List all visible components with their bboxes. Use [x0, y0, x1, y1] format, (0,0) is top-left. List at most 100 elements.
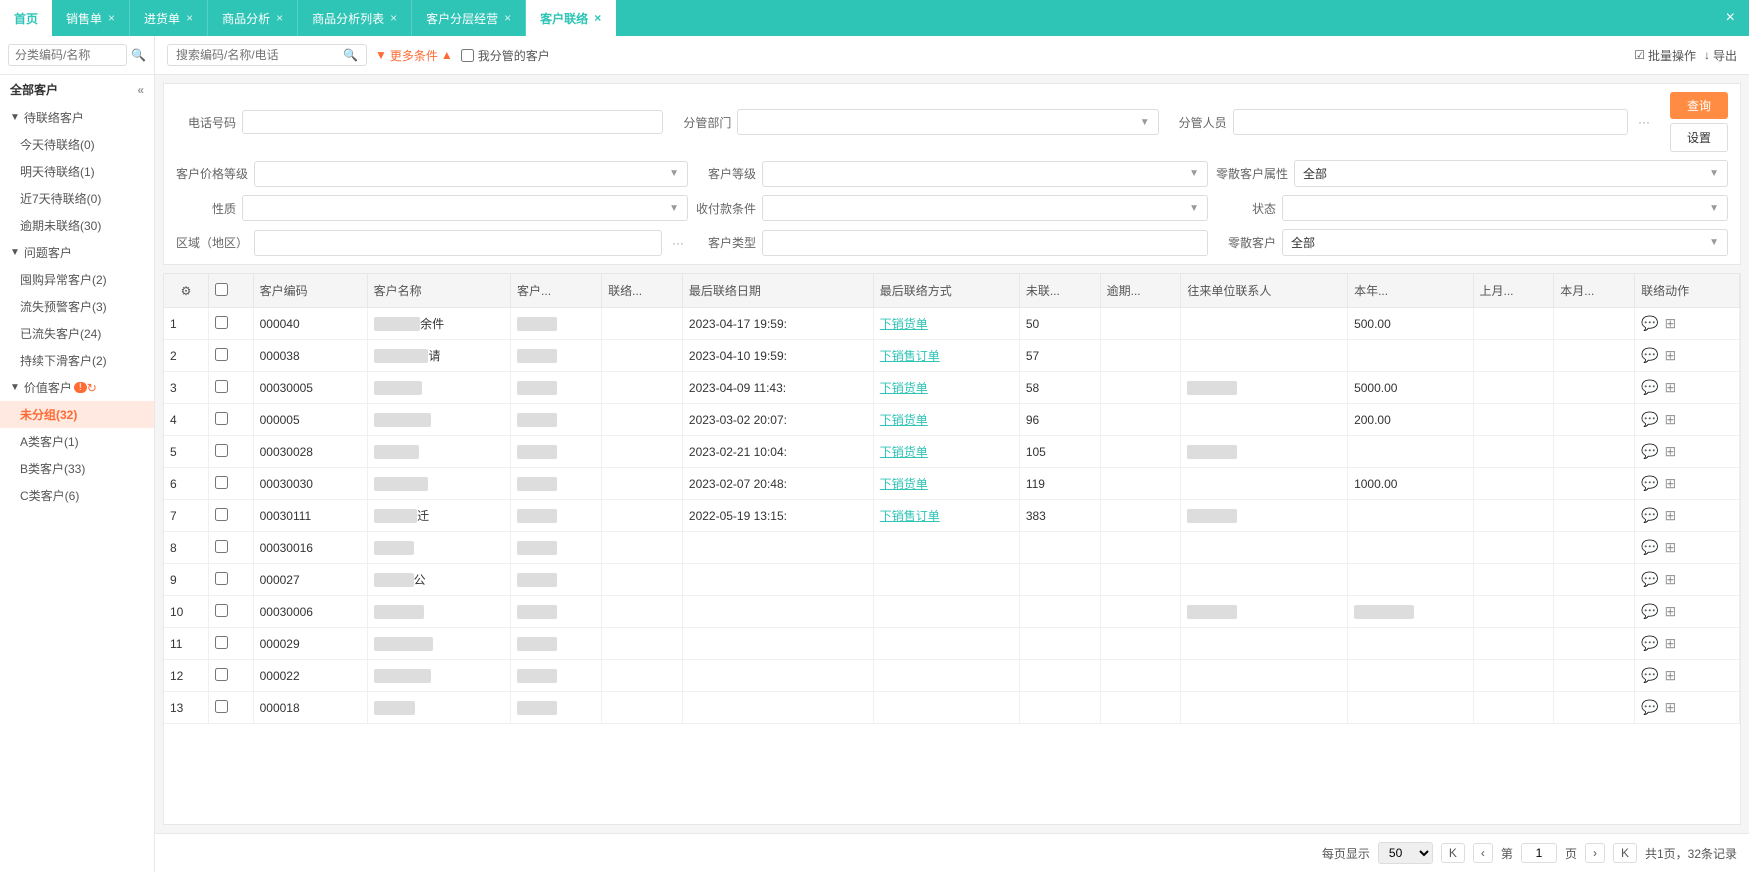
row-select-checkbox[interactable]	[215, 412, 228, 425]
col-no-contact[interactable]: 未联...	[1019, 274, 1100, 308]
sidebar-item-at-risk[interactable]: 流失预警客户(3)	[0, 293, 154, 320]
tab-product-list[interactable]: 商品分析列表 ×	[298, 0, 412, 36]
chat-icon[interactable]: 💬	[1641, 539, 1658, 556]
sidebar-item-ungroued[interactable]: 未分组(32)	[0, 401, 154, 428]
sidebar-item-today[interactable]: 今天待联络(0)	[0, 131, 154, 158]
dept-select[interactable]: ▼	[737, 109, 1158, 135]
row-select-checkbox[interactable]	[215, 444, 228, 457]
row-select-checkbox[interactable]	[215, 508, 228, 521]
customer-type-select[interactable]	[762, 230, 1208, 256]
tab-product-analysis[interactable]: 商品分析 ×	[208, 0, 298, 36]
sidebar-all-customers[interactable]: 全部客户 «	[0, 75, 154, 104]
sidebar-item-tomorrow[interactable]: 明天待联络(1)	[0, 158, 154, 185]
col-code[interactable]: 客户编码	[253, 274, 367, 308]
col-settings[interactable]: ⚙	[164, 274, 208, 308]
per-page-select[interactable]: 50 100 200	[1378, 842, 1433, 864]
row-checkbox[interactable]	[208, 532, 253, 564]
col-this-year[interactable]: 本年...	[1348, 274, 1473, 308]
sidebar-search-input[interactable]	[8, 44, 127, 66]
sidebar-item-lost[interactable]: 已流失客户(24)	[0, 320, 154, 347]
tab-customer-contact[interactable]: 客户联络 ×	[526, 0, 616, 36]
last-page-button[interactable]: K	[1613, 843, 1637, 863]
tab-sales[interactable]: 销售单 ×	[52, 0, 130, 36]
row-select-checkbox[interactable]	[215, 348, 228, 361]
manager-select[interactable]	[1233, 109, 1628, 135]
my-customers-checkbox[interactable]: 我分管的客户	[461, 47, 550, 64]
grid-icon[interactable]: ⊞	[1665, 635, 1677, 652]
chat-icon[interactable]: 💬	[1641, 443, 1658, 460]
grid-icon[interactable]: ⊞	[1665, 571, 1677, 588]
sidebar-item-overdue[interactable]: 逾期未联络(30)	[0, 212, 154, 239]
sidebar-value-group[interactable]: ▼ 价值客户 ! ↻	[0, 374, 154, 401]
chat-icon[interactable]: 💬	[1641, 411, 1658, 428]
tab-close-customer-segment[interactable]: ×	[504, 11, 511, 25]
reset-button[interactable]: 设置	[1670, 123, 1728, 152]
batch-op-button[interactable]: ☑ 批量操作	[1634, 47, 1696, 64]
chat-icon[interactable]: 💬	[1641, 603, 1658, 620]
col-name[interactable]: 客户名称	[367, 274, 510, 308]
row-select-checkbox[interactable]	[215, 476, 228, 489]
grid-icon[interactable]: ⊞	[1665, 443, 1677, 460]
col-last-method[interactable]: 最后联络方式	[873, 274, 1019, 308]
chat-icon[interactable]: 💬	[1641, 347, 1658, 364]
row-checkbox[interactable]	[208, 340, 253, 372]
export-button[interactable]: ↓ 导出	[1704, 47, 1737, 64]
grid-icon[interactable]: ⊞	[1665, 315, 1677, 332]
row-select-checkbox[interactable]	[215, 604, 228, 617]
col-unit-contact[interactable]: 往来单位联系人	[1181, 274, 1348, 308]
col-overdue[interactable]: 逾期...	[1100, 274, 1181, 308]
row-checkbox[interactable]	[208, 436, 253, 468]
sidebar-pending-group[interactable]: ▼ 待联络客户	[0, 104, 154, 131]
sidebar-item-grade-c[interactable]: C类客户(6)	[0, 482, 154, 509]
grid-icon[interactable]: ⊞	[1665, 539, 1677, 556]
row-select-checkbox[interactable]	[215, 668, 228, 681]
retail-attr-select[interactable]: 全部 ▼	[1294, 160, 1728, 187]
search-input[interactable]	[176, 48, 343, 62]
row-checkbox[interactable]	[208, 628, 253, 660]
row-checkbox[interactable]	[208, 468, 253, 500]
row-select-checkbox[interactable]	[215, 572, 228, 585]
row-select-checkbox[interactable]	[215, 316, 228, 329]
grid-icon[interactable]: ⊞	[1665, 699, 1677, 716]
tab-close-sales[interactable]: ×	[108, 11, 115, 25]
chat-icon[interactable]: 💬	[1641, 315, 1658, 332]
payment-select[interactable]: ▼	[762, 195, 1208, 221]
sidebar-item-7days[interactable]: 近7天待联络(0)	[0, 185, 154, 212]
row-checkbox[interactable]	[208, 692, 253, 724]
retail-customer-select[interactable]: 全部 ▼	[1282, 229, 1728, 256]
manager-more-icon[interactable]: ···	[1634, 115, 1654, 129]
tab-close-purchase[interactable]: ×	[186, 11, 193, 25]
row-checkbox[interactable]	[208, 404, 253, 436]
more-conditions-button[interactable]: ▼ 更多条件 ▲	[375, 47, 453, 64]
row-checkbox[interactable]	[208, 660, 253, 692]
grid-icon[interactable]: ⊞	[1665, 379, 1677, 396]
tab-home[interactable]: 首页	[0, 0, 52, 36]
collapse-icon[interactable]: «	[137, 83, 144, 97]
row-select-checkbox[interactable]	[215, 540, 228, 553]
search-input-wrap[interactable]: 🔍	[167, 44, 367, 66]
row-checkbox[interactable]	[208, 372, 253, 404]
row-checkbox[interactable]	[208, 308, 253, 340]
customer-grade-select[interactable]: ▼	[762, 161, 1208, 187]
chat-icon[interactable]: 💬	[1641, 507, 1658, 524]
sidebar-item-declining[interactable]: 持续下滑客户(2)	[0, 347, 154, 374]
chat-icon[interactable]: 💬	[1641, 635, 1658, 652]
prev-page-button[interactable]: ‹	[1473, 843, 1493, 863]
query-button[interactable]: 查询	[1670, 92, 1728, 119]
col-checkbox[interactable]	[208, 274, 253, 308]
sidebar-search-icon[interactable]: 🔍	[131, 48, 146, 62]
sidebar-item-grade-b[interactable]: B类客户(33)	[0, 455, 154, 482]
grid-icon[interactable]: ⊞	[1665, 347, 1677, 364]
sidebar-problem-group[interactable]: ▼ 问题客户	[0, 239, 154, 266]
my-customers-input[interactable]	[461, 49, 474, 62]
grid-icon[interactable]: ⊞	[1665, 667, 1677, 684]
row-select-checkbox[interactable]	[215, 636, 228, 649]
row-select-checkbox[interactable]	[215, 380, 228, 393]
col-this-month[interactable]: 本月...	[1554, 274, 1635, 308]
col-type[interactable]: 客户...	[511, 274, 602, 308]
tab-customer-segment[interactable]: 客户分层经营 ×	[412, 0, 526, 36]
first-page-button[interactable]: K	[1441, 843, 1465, 863]
chat-icon[interactable]: 💬	[1641, 699, 1658, 716]
grid-icon[interactable]: ⊞	[1665, 507, 1677, 524]
row-checkbox[interactable]	[208, 596, 253, 628]
